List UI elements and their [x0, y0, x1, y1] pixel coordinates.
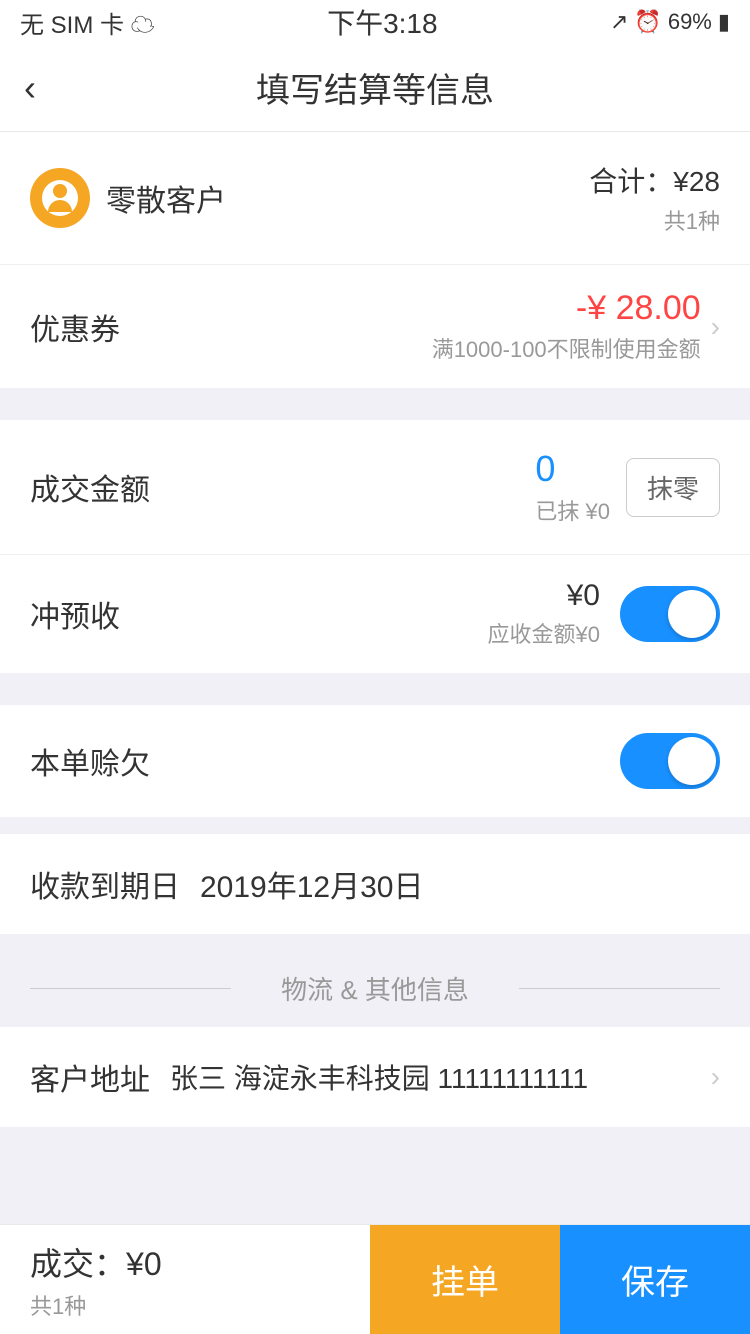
- customer-right: 合计：¥28 共1种: [589, 160, 720, 236]
- status-left: 无 SIM 卡 ☁: [20, 5, 155, 40]
- pre-collect-row: 冲预收 ¥0 应收金额¥0: [0, 554, 750, 673]
- coupon-right: -¥ 28.00 满1000-100不限制使用金额 ›: [432, 289, 720, 364]
- bottom-count: 共1种: [30, 1289, 340, 1321]
- battery-icon: ▮: [718, 9, 730, 35]
- bottom-info: 成交：¥0 共1种: [0, 1239, 370, 1321]
- deal-value-block: 0 已抹 ¥0: [535, 448, 610, 526]
- customer-total: 合计：¥28: [589, 160, 720, 200]
- save-button[interactable]: 保存: [560, 1225, 750, 1334]
- address-row[interactable]: 客户地址 张三 海淀永丰科技园 11111111111 ›: [0, 1027, 750, 1127]
- pre-collect-sub: 应收金额¥0: [488, 617, 600, 649]
- battery-text: 69%: [668, 9, 712, 35]
- hold-button[interactable]: 挂单: [370, 1225, 560, 1334]
- deal-right: 0 已抹 ¥0 抹零: [535, 448, 720, 526]
- round-zero-button[interactable]: 抹零: [626, 458, 720, 517]
- coupon-amount: -¥ 28.00: [432, 289, 701, 328]
- debt-toggle-knob: [668, 737, 716, 785]
- status-time: 下午3:18: [327, 2, 438, 42]
- deal-section: 成交金额 0 已抹 ¥0 抹零 冲预收 ¥0 应收金额¥0: [0, 420, 750, 673]
- due-date-label: 收款到期日: [30, 862, 180, 906]
- customer-section: 零散客户 合计：¥28 共1种 优惠券 -¥ 28.00 满1000-100不限…: [0, 132, 750, 388]
- section-divider-3: [0, 934, 750, 950]
- alarm-icon: ⏰: [634, 9, 661, 35]
- pre-collect-amount: ¥0: [488, 579, 600, 613]
- debt-row: 本单赊欠: [0, 705, 750, 817]
- customer-name: 零散客户: [106, 176, 226, 220]
- debt-label: 本单赊欠: [30, 739, 150, 783]
- pre-collect-toggle[interactable]: [620, 586, 720, 642]
- customer-count: 共1种: [589, 204, 720, 236]
- page-title: 填写结算等信息: [256, 63, 494, 112]
- coupon-chevron-icon: ›: [711, 311, 720, 343]
- deal-amount-sub: 已抹 ¥0: [535, 494, 610, 526]
- address-chevron-icon: ›: [711, 1061, 720, 1093]
- logistics-label: 物流 & 其他信息: [0, 970, 750, 1007]
- bottom-deal-text: 成交：: [30, 1246, 126, 1282]
- signal-text: 无 SIM 卡 ☁: [20, 5, 155, 40]
- coupon-desc: 满1000-100不限制使用金额: [432, 332, 701, 364]
- address-label: 客户地址: [30, 1055, 150, 1099]
- deal-amount-label: 成交金额: [30, 465, 150, 509]
- address-section: 客户地址 张三 海淀永丰科技园 11111111111 ›: [0, 1027, 750, 1127]
- debt-toggle[interactable]: [620, 733, 720, 789]
- status-bar: 无 SIM 卡 ☁ 下午3:18 ↗ ⏰ 69% ▮: [0, 0, 750, 44]
- deal-amount-value: 0: [535, 448, 610, 490]
- nav-bar: ‹ 填写结算等信息: [0, 44, 750, 132]
- toggle-knob: [668, 590, 716, 638]
- pre-collect-label: 冲预收: [30, 592, 120, 636]
- bottom-deal-label: 成交：¥0: [30, 1239, 340, 1285]
- content: 零散客户 合计：¥28 共1种 优惠券 -¥ 28.00 满1000-100不限…: [0, 132, 750, 1247]
- avatar-icon: [42, 180, 78, 216]
- due-date-value: 2019年12月30日: [200, 862, 423, 906]
- customer-avatar: [30, 168, 90, 228]
- section-divider-2: [0, 689, 750, 705]
- address-value: 张三 海淀永丰科技园 11111111111: [170, 1057, 711, 1097]
- logistics-section: 物流 & 其他信息: [0, 950, 750, 1027]
- pre-collect-values: ¥0 应收金额¥0: [488, 579, 600, 649]
- customer-left: 零散客户: [30, 168, 226, 228]
- coupon-value-block: -¥ 28.00 满1000-100不限制使用金额: [432, 289, 701, 364]
- coupon-row[interactable]: 优惠券 -¥ 28.00 满1000-100不限制使用金额 ›: [0, 264, 750, 388]
- location-icon: ↗: [610, 9, 628, 35]
- bottom-bar: 成交：¥0 共1种 挂单 保存: [0, 1224, 750, 1334]
- status-right: ↗ ⏰ 69% ▮: [610, 9, 730, 35]
- pre-collect-right: ¥0 应收金额¥0: [488, 579, 720, 649]
- customer-row: 零散客户 合计：¥28 共1种: [0, 132, 750, 264]
- deal-amount-row: 成交金额 0 已抹 ¥0 抹零: [0, 420, 750, 554]
- back-button[interactable]: ‹: [24, 67, 36, 109]
- due-date-row: 收款到期日 2019年12月30日: [0, 833, 750, 934]
- coupon-label: 优惠券: [30, 305, 120, 349]
- section-divider-1: [0, 404, 750, 420]
- bottom-deal-value: ¥0: [126, 1246, 162, 1282]
